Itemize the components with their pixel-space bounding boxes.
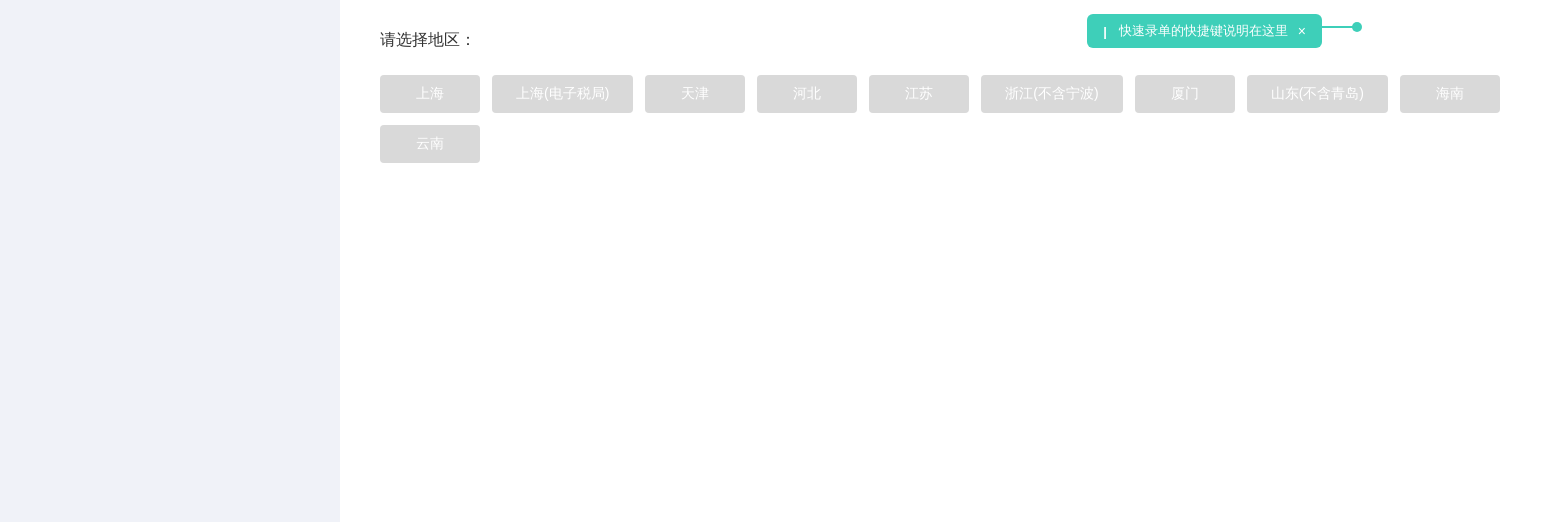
region-button-zhejiang[interactable]: 浙江(不含宁波): [981, 75, 1122, 113]
region-button-shanghai-etax[interactable]: 上海(电子税局): [492, 75, 633, 113]
region-button-hebei[interactable]: 河北: [757, 75, 857, 113]
region-button-jiangsu[interactable]: 江苏: [869, 75, 969, 113]
region-button-shandong[interactable]: 山东(不含青岛): [1247, 75, 1388, 113]
region-button-tianjin[interactable]: 天津: [645, 75, 745, 113]
region-button-xiamen[interactable]: 厦门: [1135, 75, 1235, 113]
main-content: 请选择地区： 上海上海(电子税局) 天津河北江苏浙江(不含宁波) 厦门山东(不含青岛…: [340, 0, 1562, 522]
tooltip-close-button[interactable]: ×: [1298, 24, 1306, 38]
region-buttons: 上海上海(电子税局) 天津河北江苏浙江(不含宁波) 厦门山东(不含青岛) 海南云南: [380, 75, 1522, 163]
tooltip-dot: [1352, 22, 1362, 32]
tooltip-banner: 快速录单的快捷键说明在这里 ×: [1087, 14, 1322, 48]
region-button-yunnan[interactable]: 云南: [380, 125, 480, 163]
region-button-hainan[interactable]: 海南: [1400, 75, 1500, 113]
tooltip-text: 快速录单的快捷键说明在这里: [1119, 22, 1288, 40]
sidebar: [0, 0, 340, 522]
region-button-shanghai[interactable]: 上海: [380, 75, 480, 113]
page-title: 请选择地区：: [380, 30, 1522, 51]
